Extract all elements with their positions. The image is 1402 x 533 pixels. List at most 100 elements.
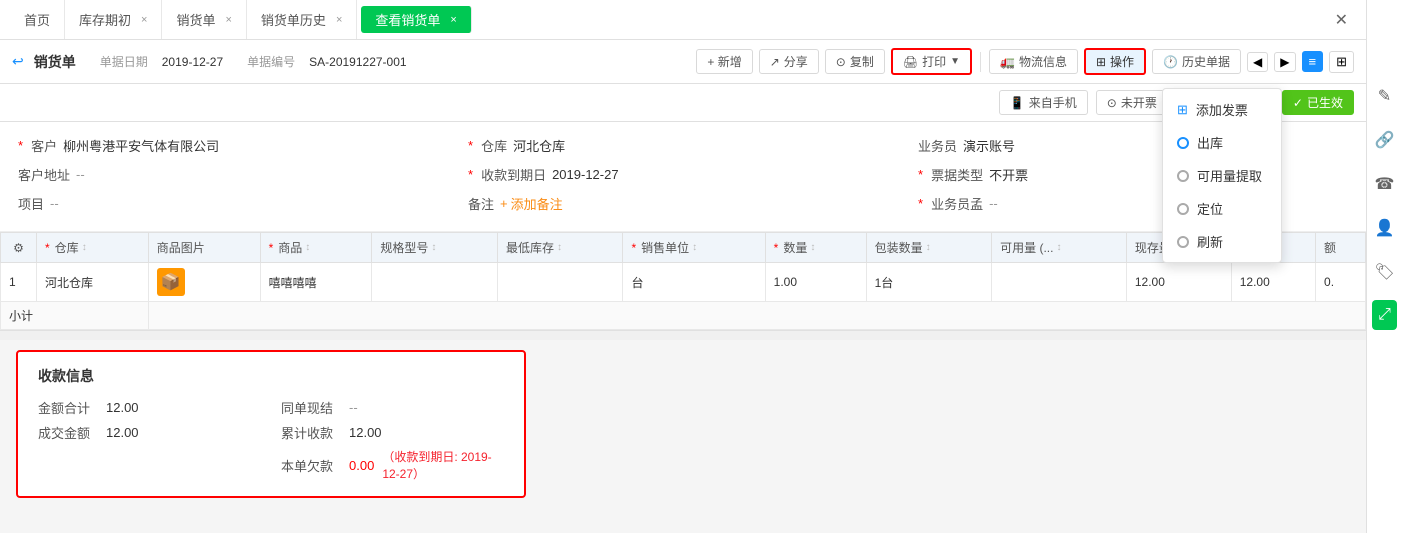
employee-field: 业务员 演示账号 [918,136,1348,155]
settlement-label: 同单现结 [281,398,341,417]
balance-value: 0.00 [349,458,374,473]
order-label: 单据编号 [247,53,295,70]
plus-icon: + [500,196,508,211]
payment-date-field: * 收款到期日 2019-12-27 [468,165,898,184]
close-button[interactable]: ✕ [1327,6,1356,34]
next-button[interactable]: ▶ [1274,52,1295,72]
tab-bar: 首页 库存期初 × 销货单 × 销货单历史 × 查看销货单 × ✕ [0,0,1366,40]
grid-view-button[interactable]: ⊞ [1329,51,1354,73]
prev-button[interactable]: ◀ [1247,52,1268,72]
employee-label: 业务员 [918,136,957,155]
payment-grid: 金额合计 12.00 同单现结 -- 成交金额 12.00 累计收款 12.00… [38,398,504,482]
row-pack-qty: 1台 [866,263,992,302]
warehouse-value: 河北仓库 [513,136,565,155]
tab-inventory-init[interactable]: 库存期初 × [65,0,162,39]
tab-view-sales[interactable]: 查看销货单 × [361,6,471,33]
print-dropdown-icon: ▼ [950,56,960,67]
order-value: SA-20191227-001 [309,55,406,69]
tab-history-close[interactable]: × [336,14,342,26]
customer-required: * [18,138,23,153]
col-settings[interactable]: ⚙ [1,233,37,263]
balance-hint: （收款到期日: 2019-12-27） [382,448,504,482]
total-label: 金额合计 [38,398,98,417]
subtotal-values [148,302,1365,330]
payment-box: 收款信息 金额合计 12.00 同单现结 -- 成交金额 12.00 累计收款 … [16,350,526,498]
new-button[interactable]: + 新增 [696,49,752,74]
col-qty: * 数量 ↕ [765,233,866,263]
customer-label: 客户 [31,136,57,155]
refresh-icon [1177,236,1189,248]
add-note-button[interactable]: + 添加备注 [500,194,563,213]
row-price: 12.00 [1231,263,1315,302]
payment-date-required: * [468,167,473,182]
note-label: 备注 [468,194,494,213]
menu-locate[interactable]: 定位 [1163,192,1281,225]
employee-value: 演示账号 [963,136,1015,155]
copy-button[interactable]: ⊙ 复制 [825,49,885,74]
locate-icon [1177,203,1189,215]
form-row-2: 客户地址 -- * 收款到期日 2019-12-27 * 票据类型 不开票 [18,165,1348,184]
warehouse-field: * 仓库 河北仓库 [468,136,898,155]
sidebar-phone-icon[interactable]: ☎ [1369,168,1401,200]
row-stock: 12.00 [1126,263,1231,302]
operation-button[interactable]: ⊞ 操作 [1084,48,1146,75]
tab-sales-history[interactable]: 销货单历史 × [247,0,357,39]
sidebar-expand-icon[interactable]: ⤢ [1372,300,1397,330]
product-image: 📦 [157,268,185,296]
menu-refresh[interactable]: 刷新 [1163,225,1281,258]
menu-outbound[interactable]: 出库 [1163,126,1281,159]
sidebar-user-icon[interactable]: 👤 [1369,212,1401,244]
project-label: 项目 [18,194,44,213]
col-warehouse: * 仓库 ↕ [37,233,149,263]
print-button[interactable]: 🖨 打印 ▼ [891,48,972,75]
history-button[interactable]: 🕐 历史单据 [1152,49,1241,74]
from-phone-button[interactable]: 📱 来自手机 [999,90,1088,115]
row-product: 嘻嘻嘻嘻 [260,263,372,302]
form-row-1: * 客户 柳州粤港平安气体有限公司 * 仓库 河北仓库 业务员 演示账号 [18,136,1348,155]
payment-title: 收款信息 [38,366,504,386]
sort-product-icon: ↕ [305,242,310,253]
history-icon: 🕐 [1163,55,1178,69]
available-qty-label: 可用量提取 [1197,166,1262,185]
total-row: 金额合计 12.00 [38,398,261,417]
col-spec: 规格型号 ↕ [372,233,498,263]
col-product: * 商品 ↕ [260,233,372,263]
row-warehouse: 河北仓库 [37,263,149,302]
total-value: 12.00 [106,400,139,415]
menu-available-qty[interactable]: 可用量提取 [1163,159,1281,192]
warehouse-required: * [468,138,473,153]
logistics-button[interactable]: 🚛 物流信息 [989,49,1078,74]
customer-value: 柳州粤港平安气体有限公司 [63,136,219,155]
sidebar-link-icon[interactable]: 🔗 [1369,124,1401,156]
not-open-button[interactable]: ⊙ 未开票 [1096,90,1168,115]
salesperson-value: -- [989,196,998,211]
row-no: 1 [1,263,37,302]
form-row-3: 项目 -- 备注 + 添加备注 * 业务员孟 -- [18,194,1348,213]
cumulative-value: 12.00 [349,425,382,440]
address-field: 客户地址 -- [18,165,448,184]
scroll-bar[interactable] [0,330,1366,340]
toolbar-divider [980,52,981,72]
sidebar-tag-icon[interactable]: 🏷 [1368,256,1400,288]
address-value: -- [76,167,85,182]
tab-home[interactable]: 首页 [10,0,65,39]
sidebar-edit-icon[interactable]: ✎ [1372,80,1397,112]
sort-pack-icon: ↕ [926,242,931,253]
share-button[interactable]: ↗ 分享 [759,49,819,74]
tab-sales-order-label: 销货单 [176,10,215,29]
row-qty: 1.00 [765,263,866,302]
tab-sales-close[interactable]: × [225,14,231,26]
print-icon: 🖨 [903,55,918,69]
tab-inventory-close[interactable]: × [141,14,147,26]
warehouse-label: 仓库 [481,136,507,155]
date-value: 2019-12-27 [162,55,223,69]
add-invoice-label: 添加发票 [1196,100,1248,119]
col-product-img: 商品图片 [148,233,260,263]
tab-view-sales-close[interactable]: × [450,14,456,26]
operation-icon: ⊞ [1096,55,1106,69]
effective-button[interactable]: ✓ 已生效 [1282,90,1354,115]
menu-add-invoice[interactable]: ⊞ 添加发票 [1163,93,1281,126]
tab-sales-order[interactable]: 销货单 × [162,0,246,39]
settlement-value: -- [349,400,358,415]
list-view-button[interactable]: ≡ [1302,51,1324,72]
